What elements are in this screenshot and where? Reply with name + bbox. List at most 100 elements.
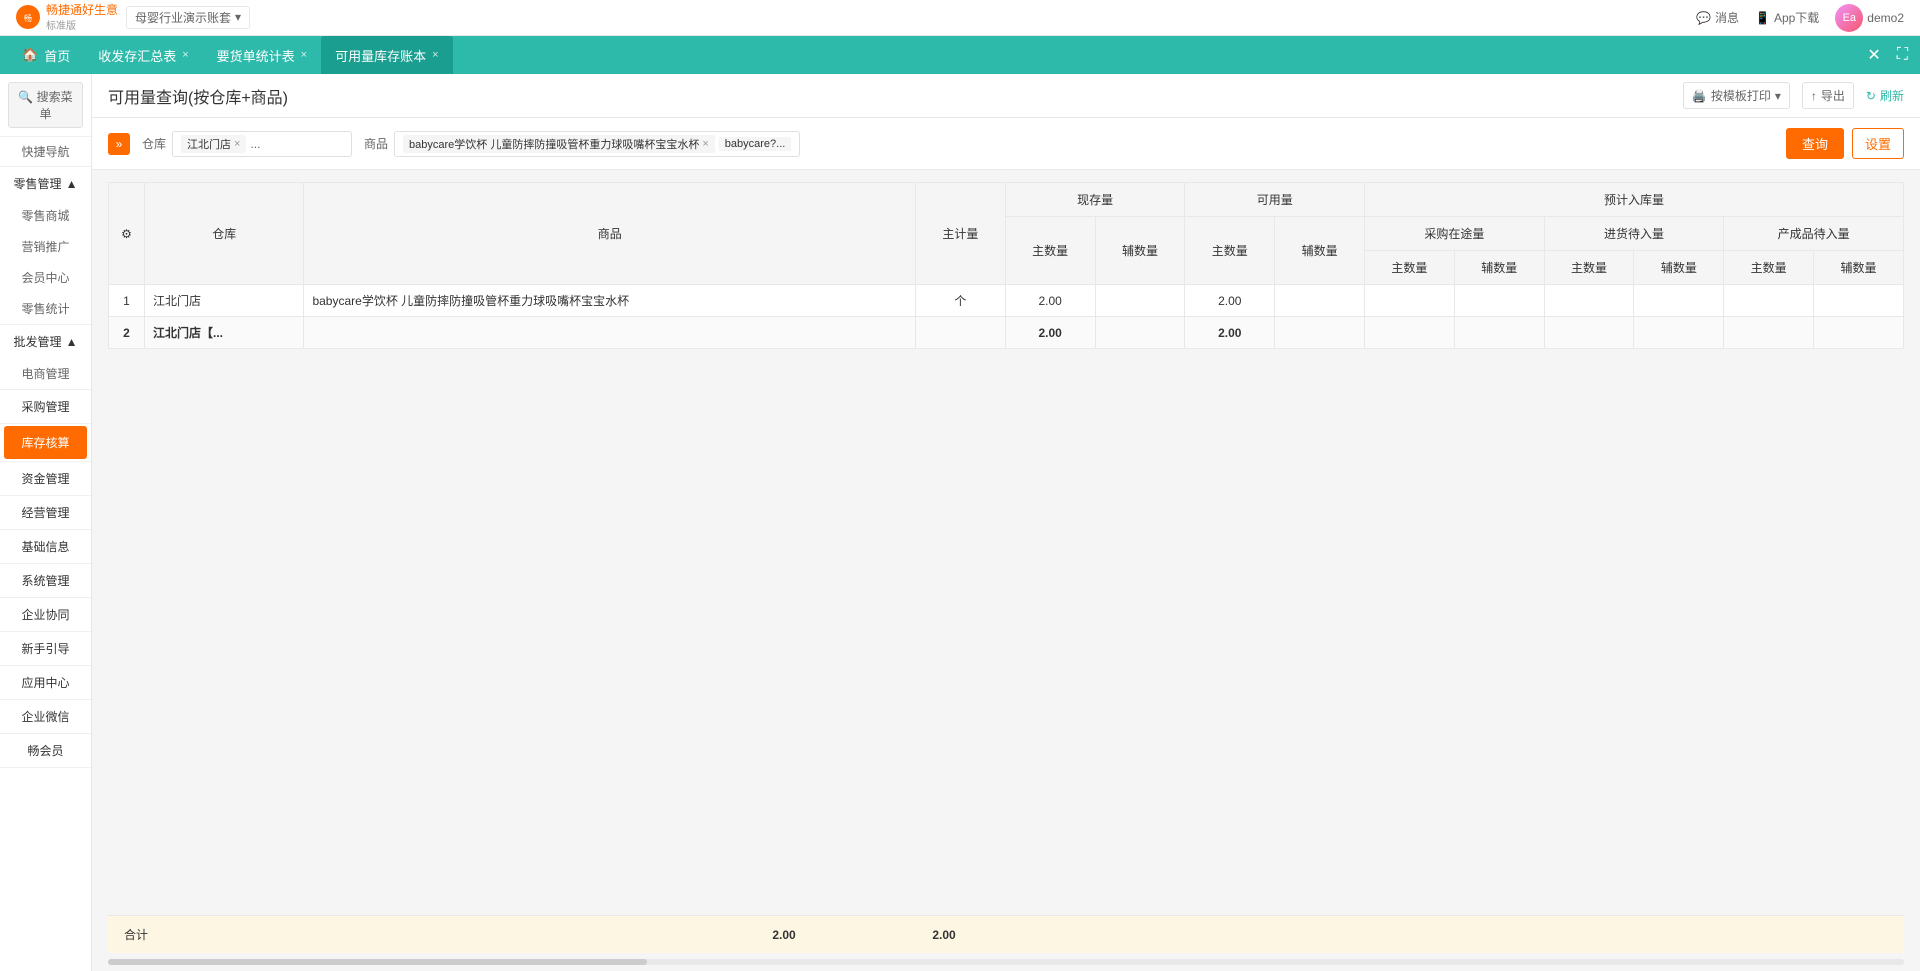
row2-avail-main: 2.00 bbox=[1185, 317, 1275, 349]
row1-purchase-transit-main bbox=[1365, 285, 1455, 317]
th-inbound-aux: 辅数量 bbox=[1634, 251, 1724, 285]
content-area: 可用量查询(按仓库+商品) 🖨️ 按模板打印 ▾ ↑ 导出 ↻ 刷新 bbox=[92, 74, 1920, 971]
sidebar-item-quick-nav[interactable]: 快捷导航 bbox=[0, 137, 91, 167]
th-inbound-pending: 进货待入量 bbox=[1544, 217, 1724, 251]
sidebar-section-retail: 零售管理 ▲ 零售商城 营销推广 会员中心 零售统计 bbox=[0, 167, 91, 325]
avatar: Ea bbox=[1835, 4, 1863, 32]
page-actions: 🖨️ 按模板打印 ▾ ↑ 导出 ↻ 刷新 bbox=[1683, 82, 1904, 109]
th-product: 商品 bbox=[304, 183, 916, 285]
user-menu[interactable]: Ea demo2 bbox=[1835, 4, 1904, 32]
sidebar-section-apps: 应用中心 bbox=[0, 666, 91, 700]
sidebar-section-apps-header[interactable]: 应用中心 bbox=[0, 666, 91, 699]
row1-seq: 1 bbox=[109, 285, 145, 317]
sidebar-section-basics-header[interactable]: 基础信息 bbox=[0, 530, 91, 563]
tab-order-stats-close[interactable]: × bbox=[301, 49, 307, 61]
th-finished-aux: 辅数量 bbox=[1814, 251, 1904, 285]
product-tag1-remove[interactable]: × bbox=[702, 138, 708, 150]
th-stock-aux: 辅数量 bbox=[1095, 217, 1185, 285]
export-button[interactable]: ↑ 导出 bbox=[1802, 82, 1854, 109]
row2-purchase-transit-aux bbox=[1454, 317, 1544, 349]
bottom-scrollbar bbox=[92, 953, 1920, 971]
tab-receive-pay-close[interactable]: × bbox=[182, 49, 188, 61]
scroll-track[interactable] bbox=[108, 959, 1904, 965]
product-label: 商品 bbox=[364, 135, 388, 152]
th-warehouse: 仓库 bbox=[145, 183, 304, 285]
logo-icon: 畅 bbox=[16, 5, 40, 29]
phone-icon: 📱 bbox=[1755, 11, 1770, 25]
row1-finished-main bbox=[1724, 285, 1814, 317]
footer-stock-main: 2.00 bbox=[744, 928, 824, 942]
th-current-stock: 现存量 bbox=[1005, 183, 1185, 217]
th-main-unit: 主计量 bbox=[915, 183, 1005, 285]
sidebar-section-purchase-header[interactable]: 采购管理 bbox=[0, 390, 91, 423]
warehouse-input[interactable]: 江北门店 × ... bbox=[172, 131, 352, 157]
sidebar-section-wechat-header[interactable]: 企业微信 bbox=[0, 700, 91, 733]
sidebar-section-collab-header[interactable]: 企业协同 bbox=[0, 598, 91, 631]
th-avail-aux: 辅数量 bbox=[1275, 217, 1365, 285]
message-icon: 💬 bbox=[1696, 11, 1711, 25]
nav-close-btn[interactable]: ✕ bbox=[1863, 41, 1884, 69]
expand-button[interactable]: » bbox=[108, 133, 130, 155]
sidebar-section-retail-header[interactable]: 零售管理 ▲ bbox=[0, 167, 91, 200]
app-download-button[interactable]: 📱 App下载 bbox=[1755, 9, 1819, 26]
row2-inbound-aux bbox=[1634, 317, 1724, 349]
row2-finished-aux bbox=[1814, 317, 1904, 349]
warehouse-label: 仓库 bbox=[142, 135, 166, 152]
message-button[interactable]: 💬 消息 bbox=[1696, 9, 1739, 26]
table-scroll: ⚙ 仓库 商品 主计量 现存量 可用量 预计入库量 主数量 辅数量 主数量 bbox=[92, 170, 1920, 915]
row2-avail-aux bbox=[1275, 317, 1365, 349]
sidebar-section-inventory-header[interactable]: 库存核算 bbox=[4, 426, 87, 459]
sidebar-section-wholesale: 批发管理 ▲ 电商管理 bbox=[0, 325, 91, 390]
sidebar-item-retail-mall[interactable]: 零售商城 bbox=[0, 200, 91, 231]
tab-home-label: 首页 bbox=[44, 46, 70, 65]
industry-selector[interactable]: 母婴行业演示账套 ▾ bbox=[126, 6, 250, 29]
tab-available-stock-close[interactable]: × bbox=[432, 49, 438, 61]
row2-stock-main: 2.00 bbox=[1005, 317, 1095, 349]
sidebar-section-system-header[interactable]: 系统管理 bbox=[0, 564, 91, 597]
sidebar-section-collab: 企业协同 bbox=[0, 598, 91, 632]
tab-receive-pay-label: 收发存汇总表 bbox=[98, 46, 176, 65]
sidebar-section-operations-header[interactable]: 经营管理 bbox=[0, 496, 91, 529]
product-input[interactable]: babycare学饮杯 儿童防摔防撞吸管杯重力球吸嘴杯宝宝水杯 × babyca… bbox=[394, 131, 800, 157]
sidebar-section-wechat: 企业微信 bbox=[0, 700, 91, 734]
row2-product bbox=[304, 317, 916, 349]
print-icon: 🖨️ bbox=[1692, 89, 1707, 103]
th-settings[interactable]: ⚙ bbox=[109, 183, 145, 285]
sidebar-section-vip-header[interactable]: 畅会员 bbox=[0, 734, 91, 767]
sidebar-section-vip: 畅会员 bbox=[0, 734, 91, 768]
sidebar-section-finance-header[interactable]: 资金管理 bbox=[0, 462, 91, 495]
refresh-icon: ↻ bbox=[1866, 89, 1876, 103]
sidebar-section-system: 系统管理 bbox=[0, 564, 91, 598]
th-purchase-transit: 采购在途量 bbox=[1365, 217, 1545, 251]
warehouse-more[interactable]: ... bbox=[250, 137, 260, 151]
sidebar-section-wholesale-header[interactable]: 批发管理 ▲ bbox=[0, 325, 91, 358]
tab-available-stock[interactable]: 可用量库存账本 × bbox=[321, 36, 452, 74]
sidebar: 🔍 搜索菜单 快捷导航 零售管理 ▲ 零售商城 营销推广 会员中心 零售统计 bbox=[0, 74, 92, 971]
nav-maximize-btn[interactable]: ⛶ bbox=[1893, 42, 1912, 68]
warehouse-tag-remove[interactable]: × bbox=[234, 138, 240, 150]
footer-row: 合计 2.00 2.00 bbox=[108, 915, 1904, 953]
sidebar-section-guide: 新手引导 bbox=[0, 632, 91, 666]
row1-inbound-aux bbox=[1634, 285, 1724, 317]
sidebar-item-ecommerce[interactable]: 电商管理 bbox=[0, 358, 91, 389]
query-button[interactable]: 查询 bbox=[1786, 128, 1844, 159]
tab-receive-pay[interactable]: 收发存汇总表 × bbox=[84, 36, 202, 74]
sidebar-item-marketing[interactable]: 营销推广 bbox=[0, 231, 91, 262]
refresh-button[interactable]: ↻ 刷新 bbox=[1866, 87, 1904, 104]
sidebar-section-guide-header[interactable]: 新手引导 bbox=[0, 632, 91, 665]
print-button[interactable]: 🖨️ 按模板打印 ▾ bbox=[1683, 82, 1790, 109]
row2-unit bbox=[915, 317, 1005, 349]
tab-order-stats[interactable]: 要货单统计表 × bbox=[203, 36, 321, 74]
top-bar: 畅 畅捷通好生意 标准版 母婴行业演示账套 ▾ 💬 消息 📱 App下载 Ea … bbox=[0, 0, 1920, 36]
setting-button[interactable]: 设置 bbox=[1852, 128, 1904, 159]
logo-text: 畅捷通好生意 bbox=[46, 3, 118, 17]
sidebar-item-membership[interactable]: 会员中心 bbox=[0, 262, 91, 293]
tab-home[interactable]: 🏠 首页 bbox=[8, 36, 84, 74]
search-icon: 🔍 bbox=[18, 90, 33, 104]
filter-actions: 查询 设置 bbox=[1786, 128, 1904, 159]
chevron-down-icon: ▾ bbox=[235, 10, 241, 24]
chevron-up-icon: ▲ bbox=[66, 177, 78, 191]
table-row: 2 江北门店【... 2.00 2.00 bbox=[109, 317, 1904, 349]
search-menu-button[interactable]: 🔍 搜索菜单 bbox=[8, 82, 83, 128]
sidebar-item-retail-stats[interactable]: 零售统计 bbox=[0, 293, 91, 324]
